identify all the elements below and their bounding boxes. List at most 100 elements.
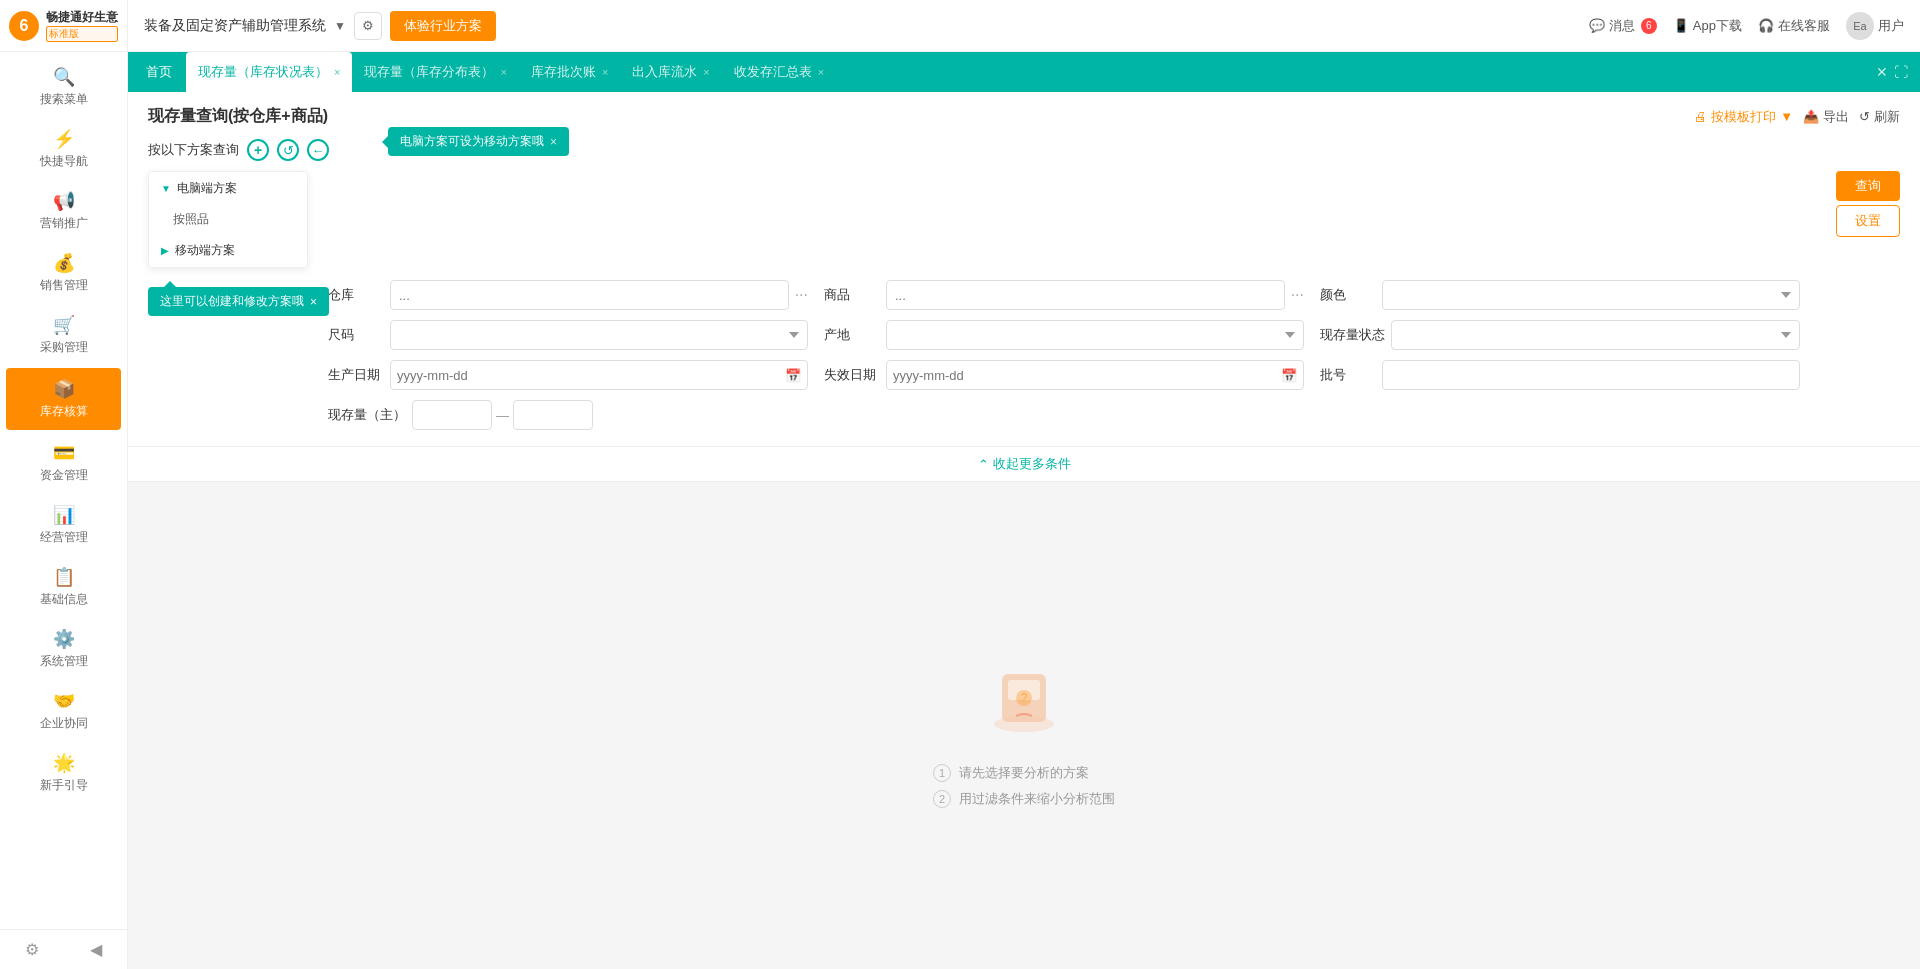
scheme-item-pc-1[interactable]: 按照品 <box>149 205 307 234</box>
sidebar-item-guide[interactable]: 🌟 新手引导 <box>0 742 127 804</box>
app-download-btn[interactable]: 📱 App下载 <box>1673 17 1742 35</box>
color-select[interactable] <box>1382 280 1800 310</box>
sidebar-bottom: ⚙ ◀ <box>0 929 127 969</box>
sidebar-item-purchase[interactable]: 🛒 采购管理 <box>0 304 127 366</box>
reset-btn[interactable]: 设置 <box>1836 205 1900 237</box>
system-title: 装备及固定资产辅助管理系统 <box>144 17 326 35</box>
tab-close-all-btn[interactable]: ✕ <box>1876 64 1888 80</box>
batch-input[interactable] <box>1382 360 1800 390</box>
tip-text-1: 请先选择要分析的方案 <box>959 764 1089 782</box>
tab-batch-ledger-label: 库存批次账 <box>531 63 596 81</box>
system-nav-icon: ⚙️ <box>53 628 75 650</box>
collapse-btn[interactable]: ⌃ 收起更多条件 <box>978 455 1071 473</box>
tooltip2-close[interactable]: × <box>310 295 317 309</box>
refresh-label: 刷新 <box>1874 108 1900 126</box>
stock-status-label: 现存量状态 <box>1320 326 1385 344</box>
sidebar-item-label: 新手引导 <box>40 777 88 794</box>
system-dropdown-btn[interactable]: ▼ <box>334 19 346 33</box>
export-label: 导出 <box>1823 108 1849 126</box>
produce-date-icon[interactable]: 📅 <box>785 368 801 383</box>
sidebar-item-marketing[interactable]: 📢 营销推广 <box>0 180 127 242</box>
user-area[interactable]: Ea 用户 <box>1846 12 1904 40</box>
sidebar-item-coop[interactable]: 🤝 企业协同 <box>0 680 127 742</box>
page-header: 现存量查询(按仓库+商品) 🖨 按模板打印 ▼ 📤 导出 ↺ 刷新 <box>128 92 1920 127</box>
coop-nav-icon: 🤝 <box>53 690 75 712</box>
print-dropdown-icon: ▼ <box>1780 109 1793 124</box>
empty-tip-1: 1 请先选择要分析的方案 <box>933 764 1115 782</box>
filter-row-expire-date: 失效日期 📅 <box>824 360 1304 390</box>
tab-close-batch-ledger[interactable]: × <box>602 66 608 78</box>
export-btn[interactable]: 📤 导出 <box>1803 108 1849 126</box>
stock-status-select[interactable] <box>1391 320 1800 350</box>
empty-icon: ? <box>974 644 1074 744</box>
goods-dots[interactable]: ··· <box>1291 286 1304 304</box>
tab-close-inventory-dist[interactable]: × <box>500 66 506 78</box>
tab-collect-summary[interactable]: 收发存汇总表 × <box>722 52 836 92</box>
logo-area: 6 畅捷通好生意 标准版 <box>0 0 127 52</box>
size-select[interactable] <box>390 320 808 350</box>
online-support-btn[interactable]: 🎧 在线客服 <box>1758 17 1830 35</box>
stock-main-from[interactable] <box>412 400 492 430</box>
sidebar-item-operation[interactable]: 📊 经营管理 <box>0 494 127 556</box>
sidebar-item-search[interactable]: 🔍 搜索菜单 <box>0 56 127 118</box>
messages-btn[interactable]: 💬 消息 6 <box>1589 17 1657 35</box>
tab-close-inventory-status[interactable]: × <box>334 66 340 78</box>
origin-select[interactable] <box>886 320 1304 350</box>
empty-tip-2: 2 用过滤条件来缩小分析范围 <box>933 790 1115 808</box>
sidebar-item-sales[interactable]: 💰 销售管理 <box>0 242 127 304</box>
stock-main-to[interactable] <box>513 400 593 430</box>
tab-expand-btn[interactable]: ⛶ <box>1894 64 1908 80</box>
sidebar-item-system[interactable]: ⚙️ 系统管理 <box>0 618 127 680</box>
collapse-bar[interactable]: ⌃ 收起更多条件 <box>128 447 1920 482</box>
scheme-group-mobile-label: 移动端方案 <box>175 242 295 259</box>
filter-add-btn[interactable]: + <box>247 139 269 161</box>
tab-inventory-status[interactable]: 现存量（库存状况表） × <box>186 52 352 92</box>
expire-date-input[interactable] <box>893 368 1281 383</box>
scheme-group-pc[interactable]: ▼ 电脑端方案 <box>149 172 307 205</box>
tooltip-edit-scheme: 这里可以创建和修改方案哦 × <box>148 287 329 316</box>
goods-label: 商品 <box>824 286 880 304</box>
goods-input[interactable] <box>886 280 1285 310</box>
filter-row-stock-status: 现存量状态 <box>1320 320 1800 350</box>
page-title: 现存量查询(按仓库+商品) <box>148 106 328 127</box>
filter-refresh-btn[interactable]: ↺ <box>277 139 299 161</box>
tooltip1-close[interactable]: × <box>550 135 557 149</box>
empty-tips: 1 请先选择要分析的方案 2 用过滤条件来缩小分析范围 <box>933 764 1115 808</box>
sidebar-item-label: 搜索菜单 <box>40 91 88 108</box>
sidebar-item-basic[interactable]: 📋 基础信息 <box>0 556 127 618</box>
tab-home[interactable]: 首页 <box>132 52 186 92</box>
search-nav-icon: 🔍 <box>53 66 75 88</box>
tab-close-collect-summary[interactable]: × <box>818 66 824 78</box>
filter-top-row: 按以下方案查询 + ↺ ← 电脑方案可设为移动方案哦 × <box>148 139 1900 161</box>
sidebar-item-finance[interactable]: 💳 资金管理 <box>0 432 127 494</box>
filter-back-btn[interactable]: ← <box>307 139 329 161</box>
warehouse-input[interactable] <box>390 280 789 310</box>
collapse-sidebar-icon[interactable]: ◀ <box>90 940 102 959</box>
tab-batch-ledger[interactable]: 库存批次账 × <box>519 52 620 92</box>
tab-close-inout-flow[interactable]: × <box>703 66 709 78</box>
filter-row-color: 颜色 <box>1320 280 1800 310</box>
sidebar-item-inventory[interactable]: 📦 库存核算 <box>6 368 121 430</box>
expire-date-wrapper: 📅 <box>886 360 1304 390</box>
tab-inout-flow[interactable]: 出入库流水 × <box>620 52 721 92</box>
guide-nav-icon: 🌟 <box>53 752 75 774</box>
expire-date-icon[interactable]: 📅 <box>1281 368 1297 383</box>
warehouse-dots[interactable]: ··· <box>795 286 808 304</box>
tab-inventory-dist[interactable]: 现存量（库存分布表） × <box>352 52 518 92</box>
search-btn[interactable]: 查询 <box>1836 171 1900 201</box>
logo-text: 畅捷通好生意 <box>46 9 118 26</box>
sidebar-item-label: 采购管理 <box>40 339 88 356</box>
tab-inventory-dist-label: 现存量（库存分布表） <box>364 63 494 81</box>
sidebar-item-quick[interactable]: ⚡ 快捷导航 <box>0 118 127 180</box>
experience-btn[interactable]: 体验行业方案 <box>390 11 496 41</box>
refresh-btn[interactable]: ↺ 刷新 <box>1859 108 1900 126</box>
filter-row-stock-main: 现存量（主） — <box>328 400 808 430</box>
filter-grid: 仓库 ··· 商品 ··· 颜色 尺码 <box>328 280 1800 430</box>
sidebar-item-label: 库存核算 <box>40 403 88 420</box>
settings-icon[interactable]: ⚙ <box>25 940 39 959</box>
produce-date-input[interactable] <box>397 368 785 383</box>
print-btn[interactable]: 🖨 按模板打印 ▼ <box>1694 108 1793 126</box>
sidebar-item-label: 快捷导航 <box>40 153 88 170</box>
scheme-group-mobile[interactable]: ▶ 移动端方案 <box>149 234 307 267</box>
gear-settings-btn[interactable]: ⚙ <box>354 12 382 40</box>
